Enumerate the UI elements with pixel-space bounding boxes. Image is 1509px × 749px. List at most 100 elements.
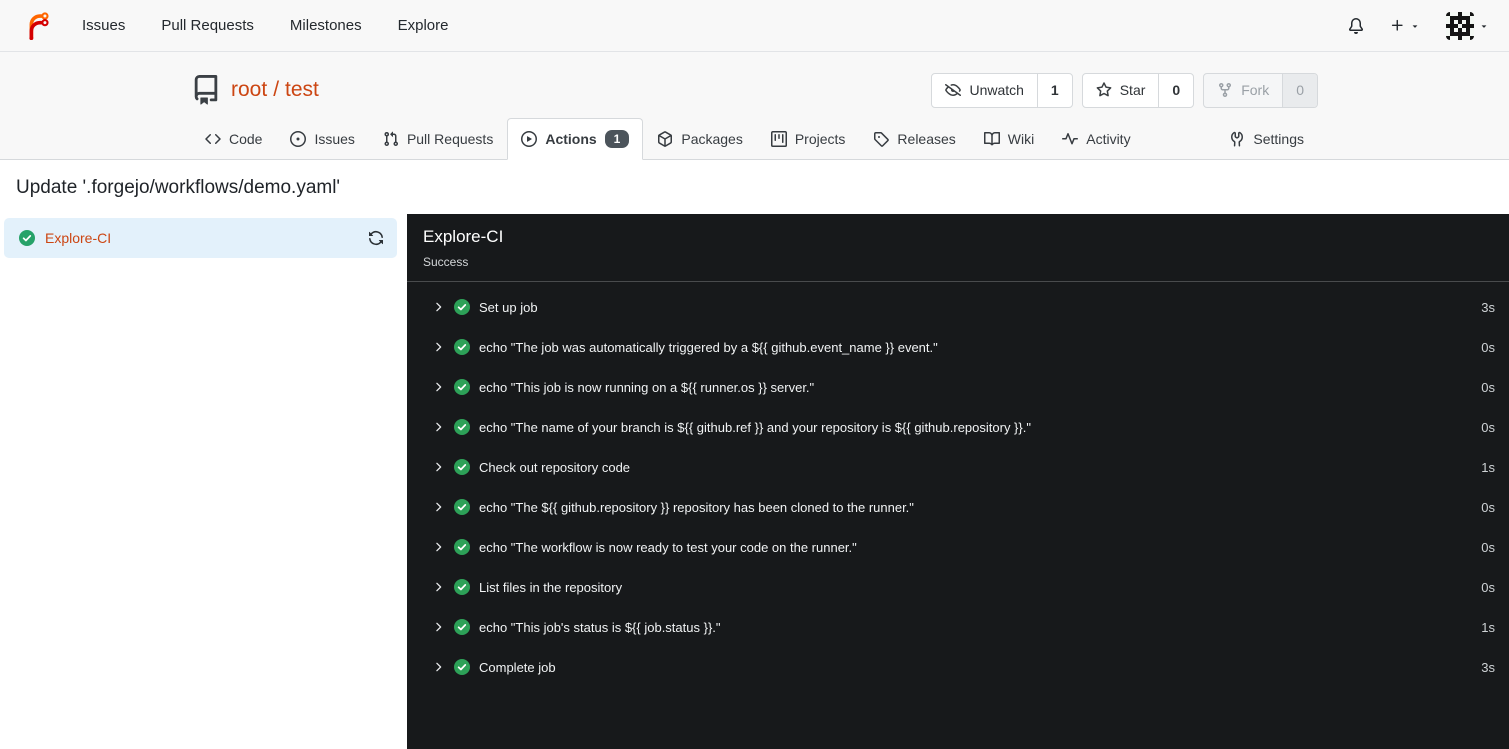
step-row[interactable]: echo "The ${{ github.repository }} repos… bbox=[407, 487, 1509, 527]
step-row[interactable]: Check out repository code 1s bbox=[407, 447, 1509, 487]
step-name: echo "The ${{ github.repository }} repos… bbox=[479, 499, 914, 515]
fork-label: Fork bbox=[1241, 82, 1270, 98]
chevron-right-icon[interactable] bbox=[431, 340, 445, 354]
tab-code-label: Code bbox=[229, 131, 263, 147]
chevron-right-icon[interactable] bbox=[431, 540, 445, 554]
watch-count[interactable]: 1 bbox=[1036, 73, 1072, 107]
nav-link-milestones[interactable]: Milestones bbox=[290, 17, 362, 34]
step-row[interactable]: Set up job 3s bbox=[407, 287, 1509, 327]
step-success-check-icon bbox=[454, 579, 470, 595]
repo-name-link[interactable]: test bbox=[285, 78, 319, 101]
forgejo-logo-icon[interactable] bbox=[22, 10, 54, 42]
tab-pull-requests-label: Pull Requests bbox=[406, 131, 494, 147]
star-label: Star bbox=[1119, 82, 1146, 98]
step-success-check-icon bbox=[454, 379, 470, 395]
repo-book-icon bbox=[191, 75, 221, 105]
tab-projects-label: Projects bbox=[794, 131, 846, 147]
tools-icon bbox=[1229, 131, 1245, 147]
tab-packages[interactable]: Packages bbox=[643, 118, 756, 160]
job-success-check-icon bbox=[19, 230, 35, 246]
unwatch-button[interactable]: Unwatch 1 bbox=[931, 72, 1073, 108]
tab-releases-label: Releases bbox=[897, 131, 956, 147]
tab-actions[interactable]: Actions 1 bbox=[507, 118, 644, 160]
step-duration: 1s bbox=[1481, 619, 1495, 635]
tab-wiki-label: Wiki bbox=[1007, 131, 1035, 147]
tag-icon bbox=[873, 131, 889, 147]
bell-icon bbox=[1348, 18, 1364, 34]
steps-list: Set up job 3s echo "The job was automati… bbox=[407, 282, 1509, 687]
user-menu-dropdown[interactable] bbox=[1446, 11, 1489, 40]
job-log-header: Explore-CI Success bbox=[407, 214, 1509, 282]
star-count[interactable]: 0 bbox=[1158, 73, 1193, 107]
step-name: List files in the repository bbox=[479, 579, 623, 595]
navbar-right bbox=[1348, 11, 1493, 40]
job-name: Explore-CI bbox=[45, 230, 112, 246]
tab-pull-requests[interactable]: Pull Requests bbox=[369, 118, 507, 160]
nav-link-explore[interactable]: Explore bbox=[398, 17, 449, 34]
step-row[interactable]: echo "This job is now running on a ${{ r… bbox=[407, 367, 1509, 407]
play-circle-icon bbox=[521, 131, 537, 147]
tab-code[interactable]: Code bbox=[191, 118, 276, 160]
step-name: echo "This job is now running on a ${{ r… bbox=[479, 379, 815, 395]
tab-wiki[interactable]: Wiki bbox=[970, 118, 1048, 160]
actions-count-badge: 1 bbox=[604, 129, 630, 149]
create-new-dropdown[interactable] bbox=[1390, 18, 1420, 33]
step-name: Check out repository code bbox=[479, 459, 631, 475]
repo-owner-link[interactable]: root bbox=[231, 78, 267, 101]
star-button[interactable]: Star 0 bbox=[1081, 72, 1195, 108]
job-log-panel: Explore-CI Success Set up job 3s echo "T… bbox=[407, 214, 1509, 749]
fork-button: Fork 0 bbox=[1203, 72, 1318, 108]
step-success-check-icon bbox=[454, 299, 470, 315]
tab-settings[interactable]: Settings bbox=[1215, 118, 1318, 160]
step-success-check-icon bbox=[454, 539, 470, 555]
step-name: Set up job bbox=[479, 299, 538, 315]
step-row[interactable]: echo "The name of your branch is ${{ git… bbox=[407, 407, 1509, 447]
user-avatar bbox=[1446, 11, 1474, 40]
unwatch-label: Unwatch bbox=[969, 82, 1024, 98]
eye-slash-icon bbox=[945, 82, 961, 98]
step-duration: 0s bbox=[1481, 339, 1495, 355]
workflow-run-view: Update '.forgejo/workflows/demo.yaml' Ex… bbox=[0, 160, 1509, 749]
chevron-right-icon[interactable] bbox=[431, 380, 445, 394]
chevron-down-icon bbox=[1410, 21, 1420, 31]
issue-opened-icon bbox=[290, 131, 306, 147]
job-item-explore-ci[interactable]: Explore-CI bbox=[4, 218, 397, 258]
nav-link-pull-requests[interactable]: Pull Requests bbox=[161, 17, 254, 34]
fork-icon bbox=[1217, 82, 1233, 98]
step-row[interactable]: echo "The job was automatically triggere… bbox=[407, 327, 1509, 367]
book-open-icon bbox=[984, 131, 1000, 147]
repo-action-buttons: Unwatch 1 Star 0 Fork 0 bbox=[931, 72, 1318, 108]
step-success-check-icon bbox=[454, 619, 470, 635]
chevron-right-icon[interactable] bbox=[431, 660, 445, 674]
nav-link-issues[interactable]: Issues bbox=[82, 17, 125, 34]
chevron-right-icon[interactable] bbox=[431, 460, 445, 474]
tab-releases[interactable]: Releases bbox=[859, 118, 969, 160]
tab-issues[interactable]: Issues bbox=[276, 118, 368, 160]
step-duration: 1s bbox=[1481, 459, 1495, 475]
step-success-check-icon bbox=[454, 419, 470, 435]
repo-breadcrumb: root / test bbox=[231, 78, 319, 102]
navbar-links: Issues Pull Requests Milestones Explore bbox=[82, 17, 448, 34]
notifications-button[interactable] bbox=[1348, 18, 1364, 34]
repo-header: root / test Unwatch 1 Star 0 Fork 0 Code… bbox=[0, 52, 1509, 160]
tab-projects[interactable]: Projects bbox=[757, 118, 860, 160]
step-success-check-icon bbox=[454, 499, 470, 515]
chevron-right-icon[interactable] bbox=[431, 580, 445, 594]
step-row[interactable]: echo "The workflow is now ready to test … bbox=[407, 527, 1509, 567]
step-row[interactable]: List files in the repository 0s bbox=[407, 567, 1509, 607]
top-navbar: Issues Pull Requests Milestones Explore bbox=[0, 0, 1509, 52]
step-row[interactable]: Complete job 3s bbox=[407, 647, 1509, 687]
star-icon bbox=[1096, 82, 1112, 98]
tab-activity[interactable]: Activity bbox=[1048, 118, 1144, 160]
fork-count: 0 bbox=[1282, 73, 1317, 107]
chevron-right-icon[interactable] bbox=[431, 500, 445, 514]
rerun-job-button[interactable] bbox=[368, 230, 384, 246]
chevron-right-icon[interactable] bbox=[431, 420, 445, 434]
step-row[interactable]: echo "This job's status is ${{ job.statu… bbox=[407, 607, 1509, 647]
step-name: echo "The job was automatically triggere… bbox=[479, 339, 938, 355]
chevron-right-icon[interactable] bbox=[431, 300, 445, 314]
step-name: echo "The name of your branch is ${{ git… bbox=[479, 419, 1031, 435]
plus-icon bbox=[1390, 18, 1405, 33]
repo-separator: / bbox=[273, 78, 280, 101]
chevron-right-icon[interactable] bbox=[431, 620, 445, 634]
